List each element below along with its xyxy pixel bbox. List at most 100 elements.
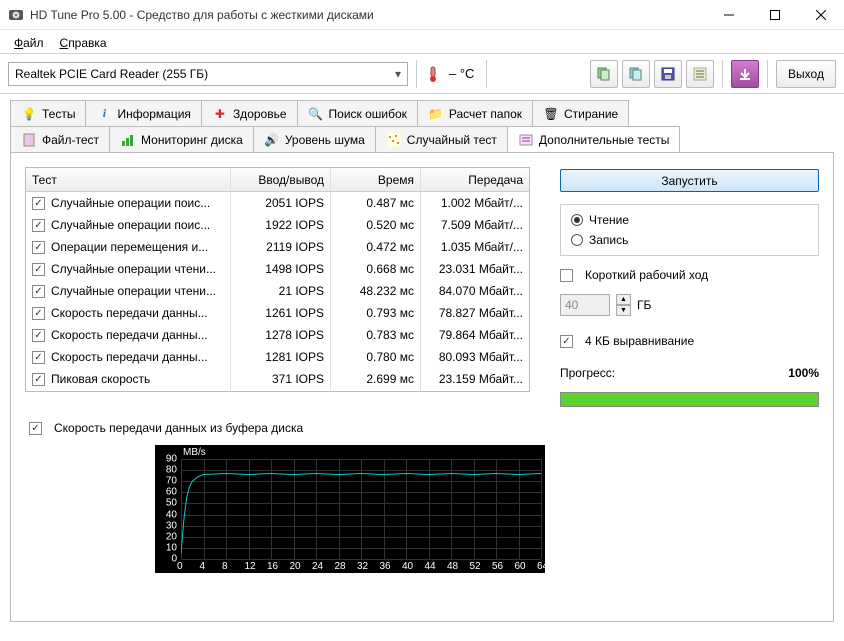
align-checkbox[interactable]: 4 КБ выравнивание: [560, 334, 819, 348]
table-row[interactable]: Скорость передачи данны...1278 IOPS0.783…: [26, 324, 529, 346]
test-name: Случайные операции поис...: [51, 218, 210, 232]
search-icon: 🔍: [308, 106, 324, 122]
tab-health[interactable]: ✚Здоровье: [201, 100, 298, 126]
y-tick-label: 60: [166, 487, 177, 498]
maximize-button[interactable]: [752, 0, 798, 30]
y-tick-label: 80: [166, 465, 177, 476]
temperature-value: – °C: [449, 66, 474, 81]
drive-select[interactable]: Realtek PCIE Card Reader (255 ГБ) ▾: [8, 62, 408, 86]
y-tick-label: 40: [166, 509, 177, 520]
buffer-checkbox[interactable]: Скорость передачи данных из буфера диска: [29, 421, 819, 435]
spin-up-button[interactable]: ▲: [616, 294, 631, 305]
tab-info[interactable]: iИнформация: [85, 100, 201, 126]
cell-io: 1498 IOPS: [231, 258, 331, 280]
bulb-icon: 💡: [21, 106, 37, 122]
x-tick-label: 56: [492, 561, 503, 572]
tab-extra-tests[interactable]: Дополнительные тесты: [507, 126, 680, 152]
exit-button[interactable]: Выход: [776, 60, 836, 88]
checkbox-icon: [560, 269, 573, 282]
toolbar: Realtek PCIE Card Reader (255 ГБ) ▾ – °C…: [0, 54, 844, 94]
x-tick-label: 36: [380, 561, 391, 572]
tab-file-benchmark[interactable]: Файл-тест: [10, 126, 110, 152]
tab-tests[interactable]: 💡Тесты: [10, 100, 86, 126]
test-name: Случайные операции чтени...: [51, 262, 216, 276]
radio-read[interactable]: Чтение: [571, 213, 808, 227]
table-row[interactable]: Случайные операции поис...2051 IOPS0.487…: [26, 192, 529, 214]
minimize-button[interactable]: [706, 0, 752, 30]
copy-info-button[interactable]: [590, 60, 618, 88]
checkbox-icon[interactable]: [32, 373, 45, 386]
progress-bar: [560, 392, 819, 407]
table-row[interactable]: Скорость передачи данны...1281 IOPS0.780…: [26, 346, 529, 368]
checkbox-icon[interactable]: [32, 307, 45, 320]
burst-chart: MB/s 0102030405060708090 048121620242832…: [155, 445, 545, 573]
tab-aam[interactable]: 🔊Уровень шума: [253, 126, 376, 152]
test-name: Случайные операции поис...: [51, 196, 210, 210]
tab-erase[interactable]: 🗑Стирание: [532, 100, 629, 126]
short-stroke-checkbox[interactable]: Короткий рабочий ход: [560, 268, 819, 282]
checkbox-icon[interactable]: [32, 285, 45, 298]
test-name: Случайные операции чтени...: [51, 284, 216, 298]
folder-icon: 📁: [428, 106, 444, 122]
cell-time: 0.793 мс: [331, 302, 421, 324]
settings-button[interactable]: [686, 60, 714, 88]
screenshot-button[interactable]: [622, 60, 650, 88]
table-row[interactable]: Случайные операции поис...1922 IOPS0.520…: [26, 214, 529, 236]
extra-icon: [518, 132, 534, 148]
x-tick-label: 44: [425, 561, 436, 572]
size-value[interactable]: 40: [560, 294, 610, 316]
table-row[interactable]: Операции перемещения и...2119 IOPS0.472 …: [26, 236, 529, 258]
checkbox-icon[interactable]: [32, 219, 45, 232]
table-row[interactable]: Случайные операции чтени...1498 IOPS0.66…: [26, 258, 529, 280]
info-icon: i: [96, 106, 112, 122]
radio-write[interactable]: Запись: [571, 233, 808, 247]
table-row[interactable]: Пиковая скорость371 IOPS2.699 мс23.159 М…: [26, 368, 529, 390]
cell-io: 1281 IOPS: [231, 346, 331, 368]
chevron-down-icon: ▾: [395, 67, 401, 81]
separator: [767, 60, 768, 88]
cell-io: 2119 IOPS: [231, 236, 331, 258]
separator: [486, 60, 487, 88]
th-time[interactable]: Время: [331, 168, 421, 191]
checkbox-icon[interactable]: [32, 197, 45, 210]
table-row[interactable]: Скорость передачи данны...1261 IOPS0.793…: [26, 302, 529, 324]
cell-io: 1261 IOPS: [231, 302, 331, 324]
y-tick-label: 50: [166, 498, 177, 509]
th-io[interactable]: Ввод/вывод: [231, 168, 331, 191]
checkbox-icon[interactable]: [32, 241, 45, 254]
test-name: Скорость передачи данны...: [51, 328, 208, 342]
tab-folder-usage[interactable]: 📁Расчет папок: [417, 100, 533, 126]
x-tick-label: 4: [200, 561, 206, 572]
results-table: Тест Ввод/вывод Время Передача Случайные…: [25, 167, 530, 392]
chart-icon: [120, 132, 136, 148]
checkbox-icon[interactable]: [32, 329, 45, 342]
cell-tx: 84.070 Мбайт...: [421, 280, 529, 302]
size-spinner: 40 ▲ ▼ ГБ: [560, 294, 819, 316]
menu-file[interactable]: Файл: [6, 33, 52, 53]
x-tick-label: 8: [222, 561, 228, 572]
y-tick-label: 70: [166, 476, 177, 487]
x-tick-label: 40: [402, 561, 413, 572]
run-button[interactable]: Запустить: [560, 169, 819, 192]
window-title: HD Tune Pro 5.00 - Средство для работы с…: [30, 8, 706, 22]
save-button[interactable]: [654, 60, 682, 88]
progress-label: Прогресс:: [560, 366, 615, 380]
y-tick-label: 20: [166, 531, 177, 542]
tab-error-scan[interactable]: 🔍Поиск ошибок: [297, 100, 418, 126]
y-tick-label: 30: [166, 520, 177, 531]
checkbox-icon[interactable]: [32, 263, 45, 276]
chart-ytitle: MB/s: [183, 447, 206, 458]
checkbox-icon[interactable]: [32, 351, 45, 364]
health-icon: ✚: [212, 106, 228, 122]
menu-help[interactable]: Справка: [52, 33, 115, 53]
table-row[interactable]: Случайные операции чтени...21 IOPS48.232…: [26, 280, 529, 302]
size-unit: ГБ: [637, 298, 651, 312]
spin-down-button[interactable]: ▼: [616, 305, 631, 316]
th-tx[interactable]: Передача: [421, 168, 529, 191]
close-button[interactable]: [798, 0, 844, 30]
titlebar: HD Tune Pro 5.00 - Средство для работы с…: [0, 0, 844, 30]
tab-disk-monitor[interactable]: Мониторинг диска: [109, 126, 254, 152]
tab-random-access[interactable]: Случайный тест: [375, 126, 508, 152]
download-button[interactable]: [731, 60, 759, 88]
th-test[interactable]: Тест: [26, 168, 231, 191]
